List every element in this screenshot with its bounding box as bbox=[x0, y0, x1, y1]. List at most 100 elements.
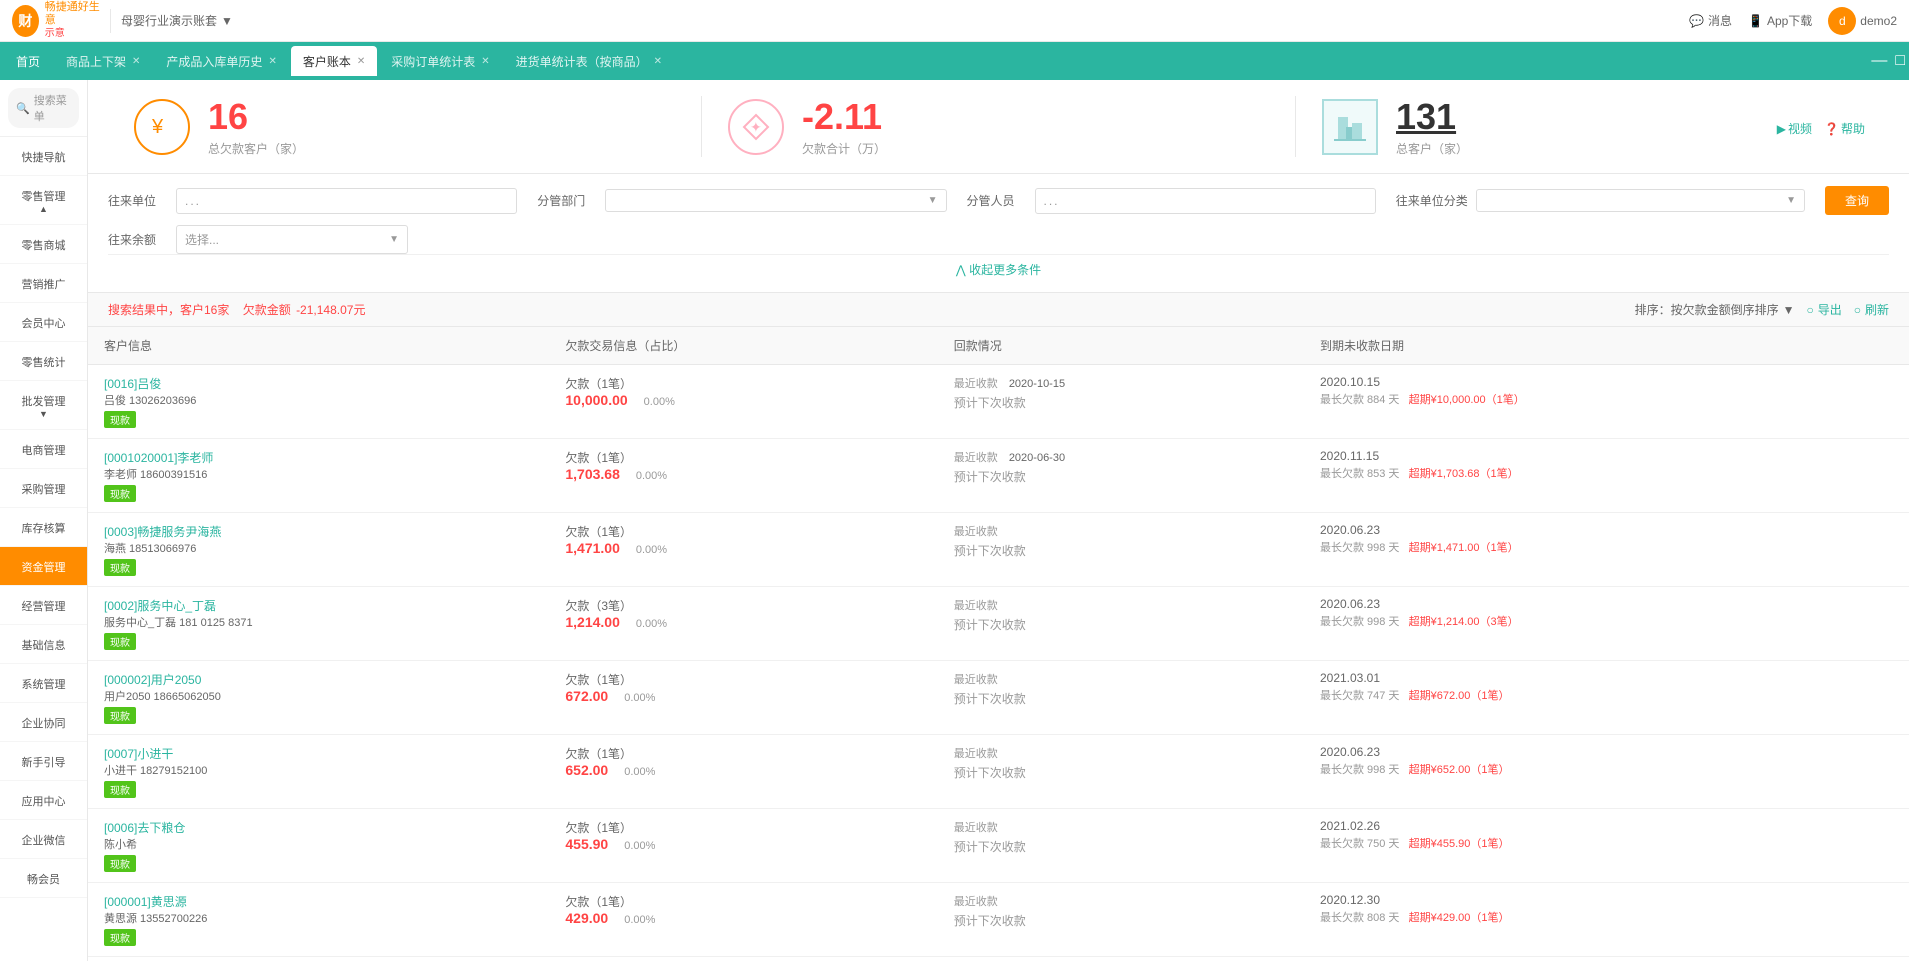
sidebar-item-ecommerce[interactable]: 电商管理 bbox=[0, 430, 87, 469]
sidebar-item-purchase-mgmt[interactable]: 采购管理 bbox=[0, 469, 87, 508]
sidebar-item-member[interactable]: 会员中心 bbox=[0, 303, 87, 342]
debt-amount-6[interactable]: 455.90 bbox=[565, 836, 608, 852]
company-selector[interactable]: 母婴行业演示账套 ▼ bbox=[121, 12, 233, 29]
customer-name-7[interactable]: [000001]黄思源 bbox=[104, 893, 533, 910]
customer-name-3[interactable]: [0002]服务中心_丁磊 bbox=[104, 597, 533, 614]
filter-select-dept[interactable]: ▼ bbox=[605, 189, 946, 212]
overdue-date-1: 2020.11.15 bbox=[1320, 449, 1893, 463]
data-table-area: 客户信息 欠款交易信息（占比） 回款情况 到期未收款日期 [0016]吕俊 吕俊… bbox=[88, 327, 1909, 961]
debt-pct-2: 0.00% bbox=[636, 544, 667, 556]
sidebar-item-operation[interactable]: 经营管理 bbox=[0, 586, 87, 625]
window-maximize[interactable]: □ bbox=[1895, 52, 1905, 70]
video-button[interactable]: ▶ 视频 bbox=[1777, 120, 1812, 137]
debt-amount-0[interactable]: 10,000.00 bbox=[565, 392, 627, 408]
debt-amount-5[interactable]: 652.00 bbox=[565, 762, 608, 778]
export-label: 导出 bbox=[1818, 301, 1842, 318]
customer-badge-6: 现款 bbox=[104, 855, 136, 872]
sidebar-item-retail-mall[interactable]: 零售商城 bbox=[0, 225, 87, 264]
tab-customer-account[interactable]: 客户账本 ✕ bbox=[291, 46, 377, 76]
filter-select-category[interactable]: ▼ bbox=[1476, 189, 1805, 212]
customer-name-6[interactable]: [0006]去下粮仓 bbox=[104, 819, 533, 836]
app-download-button[interactable]: 📱 App下载 bbox=[1748, 12, 1812, 29]
customer-name-2[interactable]: [0003]畅捷服务尹海燕 bbox=[104, 523, 533, 540]
debt-count-5: 欠款（1笔） bbox=[565, 745, 921, 762]
top-right-area: 💬 消息 📱 App下载 d demo2 bbox=[1689, 7, 1897, 35]
customer-contact-1: 李老师 18600391516 bbox=[104, 466, 533, 482]
sidebar-item-inventory[interactable]: 库存核算 bbox=[0, 508, 87, 547]
debt-amount-1[interactable]: 1,703.68 bbox=[565, 466, 620, 482]
cell-payback-6: 最近收款 预计下次收款 bbox=[938, 809, 1304, 883]
sidebar-item-retail-mgmt[interactable]: 零售管理 ▲ bbox=[0, 176, 87, 225]
results-info: 搜索结果中，客户16家 欠款金额 -21,148.07元 bbox=[108, 301, 365, 318]
debt-amount-4[interactable]: 672.00 bbox=[565, 688, 608, 704]
overdue-link-1[interactable]: 超期¥1,703.68（1笔） bbox=[1409, 468, 1519, 480]
sidebar-item-quick-nav[interactable]: 快捷导航 bbox=[0, 137, 87, 176]
payback-label-5: 最近收款 bbox=[954, 748, 998, 760]
debt-amount-3[interactable]: 1,214.00 bbox=[565, 614, 620, 630]
total-customers-icon bbox=[1320, 97, 1380, 157]
tab-customer-close[interactable]: ✕ bbox=[357, 56, 365, 67]
sidebar-item-member-pro[interactable]: 畅会员 bbox=[0, 859, 87, 898]
customer-contact-3: 服务中心_丁磊 181 0125 8371 bbox=[104, 614, 533, 630]
user-menu[interactable]: d demo2 bbox=[1828, 7, 1897, 35]
overdue-link-0[interactable]: 超期¥10,000.00（1笔） bbox=[1409, 394, 1525, 406]
window-minimize[interactable]: — bbox=[1871, 52, 1887, 70]
sort-selector[interactable]: 排序：按欠款金额倒序排序 ▼ bbox=[1635, 301, 1795, 318]
icon-circle-orange: ¥ bbox=[134, 99, 190, 155]
customer-name-4[interactable]: [000002]用户2050 bbox=[104, 671, 533, 688]
message-button[interactable]: 💬 消息 bbox=[1689, 12, 1732, 29]
debt-amount-2[interactable]: 1,471.00 bbox=[565, 540, 620, 556]
overdue-link-4[interactable]: 超期¥672.00（1笔） bbox=[1409, 690, 1510, 702]
tab-products-close[interactable]: ✕ bbox=[132, 56, 140, 67]
username-label: demo2 bbox=[1860, 14, 1897, 28]
sidebar-item-retail-stats[interactable]: 零售统计 bbox=[0, 342, 87, 381]
payback-date-1: 2020-06-30 bbox=[1009, 452, 1065, 464]
cell-payback-3: 最近收款 预计下次收款 bbox=[938, 587, 1304, 661]
collapse-label: 收起更多条件 bbox=[969, 263, 1041, 277]
query-button[interactable]: 查询 bbox=[1825, 186, 1889, 215]
debt-amount-7[interactable]: 429.00 bbox=[565, 910, 608, 926]
sidebar-item-marketing[interactable]: 营销推广 bbox=[0, 264, 87, 303]
export-button[interactable]: ○ 导出 bbox=[1806, 301, 1841, 318]
sidebar-item-system[interactable]: 系统管理 bbox=[0, 664, 87, 703]
sidebar-item-finance[interactable]: 资金管理 bbox=[0, 547, 87, 586]
tab-production[interactable]: 产成品入库单历史 ✕ bbox=[154, 46, 288, 76]
sidebar-item-guide[interactable]: 新手引导 bbox=[0, 742, 87, 781]
collapse-filters-bar[interactable]: ⋀ 收起更多条件 bbox=[108, 254, 1889, 284]
tab-purchase-stats-close[interactable]: ✕ bbox=[654, 56, 662, 67]
sidebar-item-basic-info[interactable]: 基础信息 bbox=[0, 625, 87, 664]
sidebar-item-corp-collab[interactable]: 企业协同 bbox=[0, 703, 87, 742]
tab-purchase-order-close[interactable]: ✕ bbox=[481, 56, 489, 67]
tab-purchase-order[interactable]: 采购订单统计表 ✕ bbox=[379, 46, 501, 76]
sidebar-item-corp-wechat[interactable]: 企业微信 bbox=[0, 820, 87, 859]
sidebar-item-app-center[interactable]: 应用中心 bbox=[0, 781, 87, 820]
filter-input-person[interactable]: ... bbox=[1035, 188, 1376, 214]
filter-select-balance[interactable]: 选择... ▼ bbox=[176, 225, 408, 254]
debt-pct-1: 0.00% bbox=[636, 470, 667, 482]
menu-search-box[interactable]: 🔍 搜索菜单 bbox=[8, 88, 79, 128]
help-button[interactable]: ❓ 帮助 bbox=[1824, 120, 1865, 137]
tab-products[interactable]: 商品上下架 ✕ bbox=[54, 46, 152, 76]
overdue-link-6[interactable]: 超期¥455.90（1笔） bbox=[1409, 838, 1510, 850]
sidebar-item-batch-mgmt[interactable]: 批发管理 ▼ bbox=[0, 381, 87, 430]
tab-production-close[interactable]: ✕ bbox=[268, 56, 276, 67]
customer-name-1[interactable]: [0001020001]李老师 bbox=[104, 449, 533, 466]
customer-name-5[interactable]: [0007]小进干 bbox=[104, 745, 533, 762]
cell-payback-0: 最近收款 2020-10-15 预计下次收款 bbox=[938, 365, 1304, 439]
sidebar-label-retail-mgmt: 零售管理 bbox=[4, 188, 83, 204]
tab-home[interactable]: 首页 bbox=[4, 46, 52, 76]
payback-label-0: 最近收款 bbox=[954, 378, 998, 390]
filter-label-customer: 往来单位 bbox=[108, 192, 168, 209]
tab-purchase-stats[interactable]: 进货单统计表（按商品） ✕ bbox=[504, 46, 674, 76]
filter-row-2: 往来余额 选择... ▼ bbox=[108, 225, 1889, 254]
filter-input-customer[interactable]: ... bbox=[176, 188, 517, 214]
cell-overdue-5: 2020.06.23 最长欠款 998 天 超期¥652.00（1笔） bbox=[1304, 735, 1909, 809]
overdue-link-7[interactable]: 超期¥429.00（1笔） bbox=[1409, 912, 1510, 924]
overdue-link-5[interactable]: 超期¥652.00（1笔） bbox=[1409, 764, 1510, 776]
overdue-link-2[interactable]: 超期¥1,471.00（1笔） bbox=[1409, 542, 1519, 554]
debt-pct-6: 0.00% bbox=[624, 840, 655, 852]
sidebar-label-member: 会员中心 bbox=[4, 315, 83, 331]
overdue-link-3[interactable]: 超期¥1,214.00（3笔） bbox=[1409, 616, 1519, 628]
refresh-button[interactable]: ○ 刷新 bbox=[1854, 301, 1889, 318]
customer-name-0[interactable]: [0016]吕俊 bbox=[104, 375, 533, 392]
